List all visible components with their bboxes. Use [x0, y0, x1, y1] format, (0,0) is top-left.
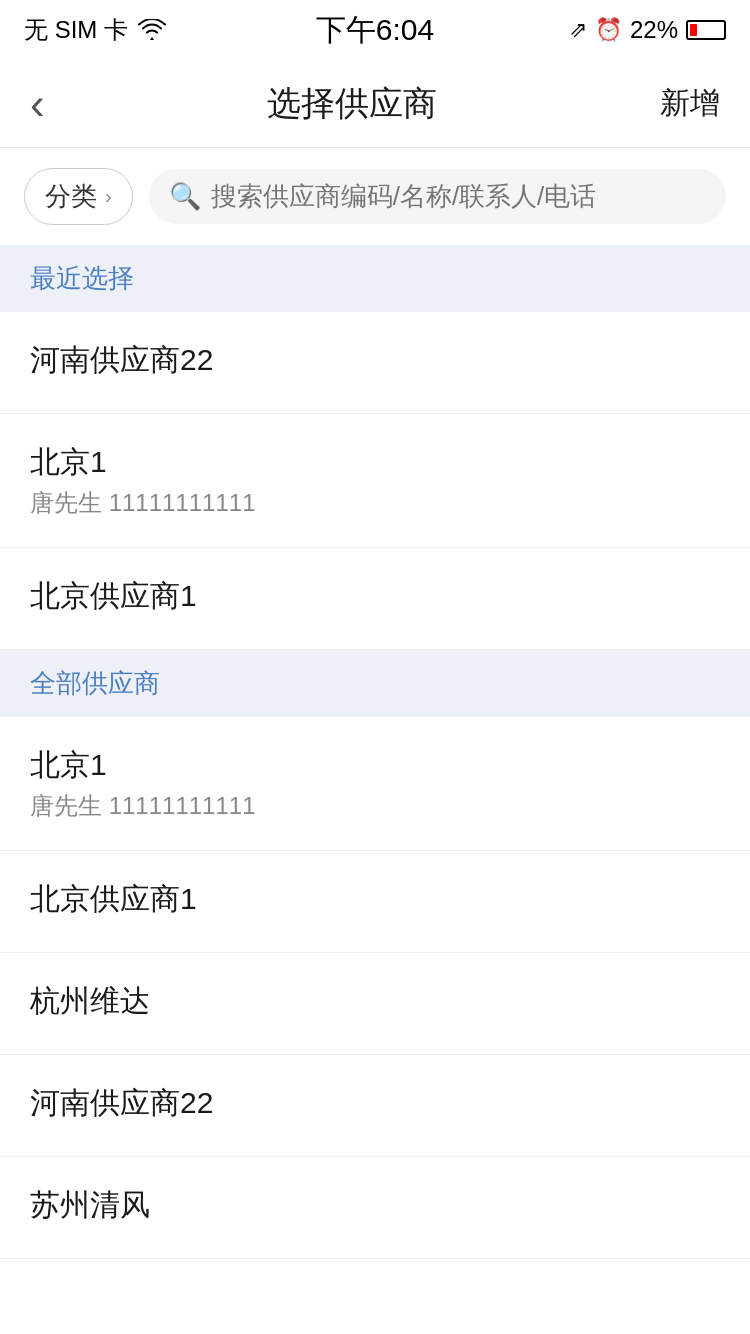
list-item[interactable]: 北京供应商1 [0, 548, 750, 650]
list-item[interactable]: 苏州清风 [0, 1157, 750, 1259]
search-icon: 🔍 [169, 181, 201, 212]
list-item[interactable]: 北京1 唐先生 11111111111 [0, 717, 750, 851]
nav-bar: ‹ 选择供应商 新增 [0, 60, 750, 148]
add-button[interactable]: 新增 [660, 83, 720, 124]
wifi-icon [138, 19, 166, 41]
section-title-all: 全部供应商 [30, 668, 160, 698]
filter-bar: 分类 › 🔍 [0, 148, 750, 245]
supplier-name: 北京供应商1 [30, 879, 720, 920]
section-title-recent: 最近选择 [30, 263, 134, 293]
battery-percent: 22% [630, 16, 678, 44]
back-button[interactable]: ‹ [30, 79, 45, 129]
page-title: 选择供应商 [267, 81, 437, 127]
list-item[interactable]: 北京1 唐先生 11111111111 [0, 414, 750, 548]
status-bar: 无 SIM 卡 下午6:04 ⇗ ⏰ 22% [0, 0, 750, 60]
supplier-sub: 唐先生 11111111111 [30, 790, 720, 822]
supplier-name: 北京1 [30, 442, 720, 483]
status-left: 无 SIM 卡 [24, 14, 166, 46]
supplier-name: 苏州清风 [30, 1185, 720, 1226]
category-label: 分类 [45, 179, 97, 214]
battery-icon [686, 20, 726, 40]
supplier-name: 杭州维达 [30, 981, 720, 1022]
supplier-sub: 唐先生 11111111111 [30, 487, 720, 519]
chevron-right-icon: › [105, 185, 112, 208]
supplier-name: 河南供应商22 [30, 1083, 720, 1124]
search-box[interactable]: 🔍 [149, 169, 726, 224]
alarm-icon: ⏰ [595, 17, 622, 43]
location-icon: ⇗ [569, 17, 587, 43]
list-item[interactable]: 北京供应商1 [0, 851, 750, 953]
search-input[interactable] [211, 181, 706, 212]
supplier-name: 北京供应商1 [30, 576, 720, 617]
list-item[interactable]: 河南供应商22 [0, 312, 750, 414]
supplier-name: 河南供应商22 [30, 340, 720, 381]
section-header-recent: 最近选择 [0, 245, 750, 312]
status-right: ⇗ ⏰ 22% [569, 16, 726, 44]
list-item[interactable]: 杭州维达 [0, 953, 750, 1055]
carrier-text: 无 SIM 卡 [24, 14, 128, 46]
supplier-list: 最近选择河南供应商22 北京1 唐先生 11111111111 北京供应商1 全部供应商… [0, 245, 750, 1259]
category-filter[interactable]: 分类 › [24, 168, 133, 225]
section-header-all: 全部供应商 [0, 650, 750, 717]
supplier-name: 北京1 [30, 745, 720, 786]
status-time: 下午6:04 [316, 10, 434, 51]
list-item[interactable]: 河南供应商22 [0, 1055, 750, 1157]
